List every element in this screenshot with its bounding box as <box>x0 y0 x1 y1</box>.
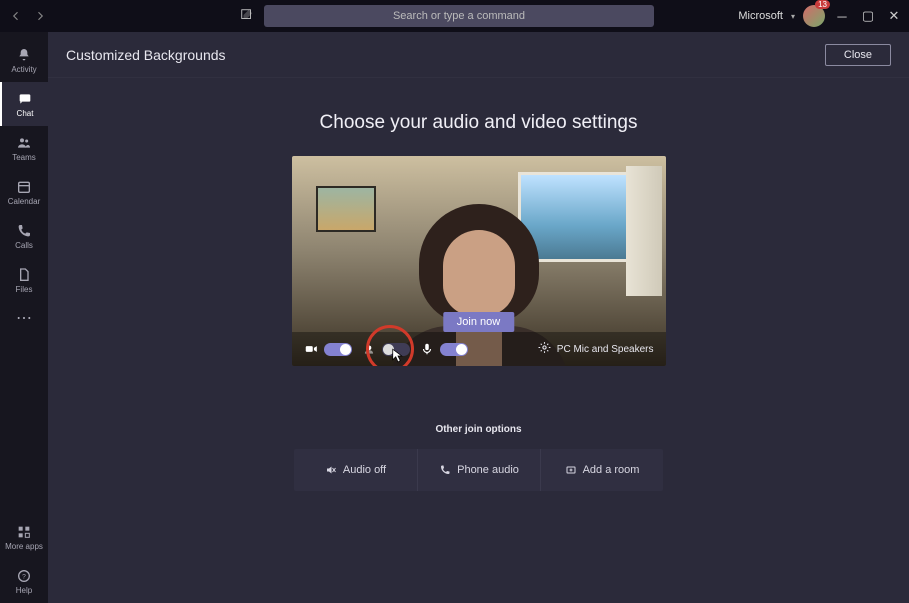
rail-calls[interactable]: Calls <box>0 214 48 258</box>
mic-toggle[interactable] <box>440 343 468 356</box>
rail-more-apps[interactable]: More apps <box>0 515 48 559</box>
rail-help[interactable]: ? Help <box>0 559 48 603</box>
background-toggle[interactable] <box>382 343 410 356</box>
background-blur-icon <box>362 342 376 356</box>
video-toggle[interactable] <box>324 343 352 356</box>
chevron-down-icon: ▾ <box>791 12 795 21</box>
device-label: PC Mic and Speakers <box>557 344 654 355</box>
other-join-options: Audio off Phone audio Add a room <box>294 449 663 491</box>
title-bar: Search or type a command Microsoft ▾ 13 … <box>0 0 909 32</box>
rail-teams[interactable]: Teams <box>0 126 48 170</box>
maximize-button[interactable]: ▢ <box>859 7 877 25</box>
search-input[interactable]: Search or type a command <box>264 5 654 27</box>
rail-more[interactable]: ⋯ <box>16 308 32 328</box>
app-rail: Activity Chat Teams Calendar Calls Files… <box>0 32 48 603</box>
join-now-button[interactable]: Join now <box>443 312 514 332</box>
preview-controls: PC Mic and Speakers <box>292 332 666 366</box>
video-preview: Join now <box>292 156 666 366</box>
sub-header: Customized Backgrounds Close <box>48 32 909 78</box>
gear-icon <box>538 341 551 357</box>
svg-text:?: ? <box>22 573 26 580</box>
nav-back-button[interactable] <box>6 6 26 26</box>
settings-headline: Choose your audio and video settings <box>320 112 638 134</box>
phone-audio-option[interactable]: Phone audio <box>417 449 540 491</box>
add-room-option[interactable]: Add a room <box>540 449 663 491</box>
notification-badge: 13 <box>815 0 830 9</box>
rail-chat[interactable]: Chat <box>0 82 48 126</box>
rail-calendar[interactable]: Calendar <box>0 170 48 214</box>
rail-activity[interactable]: Activity <box>0 38 48 82</box>
rail-files[interactable]: Files <box>0 258 48 302</box>
video-icon <box>304 342 318 356</box>
nav-forward-button[interactable] <box>30 6 50 26</box>
main-area: Customized Backgrounds Close Choose your… <box>48 32 909 603</box>
mic-icon <box>420 342 434 356</box>
other-join-label: Other join options <box>435 424 521 435</box>
close-panel-button[interactable]: Close <box>825 44 891 66</box>
minimize-button[interactable]: ─ <box>833 7 851 25</box>
search-placeholder: Search or type a command <box>393 10 525 22</box>
audio-off-option[interactable]: Audio off <box>294 449 417 491</box>
new-message-icon[interactable] <box>240 8 254 25</box>
avatar[interactable]: 13 <box>803 5 825 27</box>
org-label[interactable]: Microsoft <box>738 10 783 22</box>
device-settings-button[interactable]: PC Mic and Speakers <box>538 341 654 357</box>
close-window-button[interactable]: ✕ <box>885 7 903 25</box>
page-title: Customized Backgrounds <box>66 47 226 63</box>
